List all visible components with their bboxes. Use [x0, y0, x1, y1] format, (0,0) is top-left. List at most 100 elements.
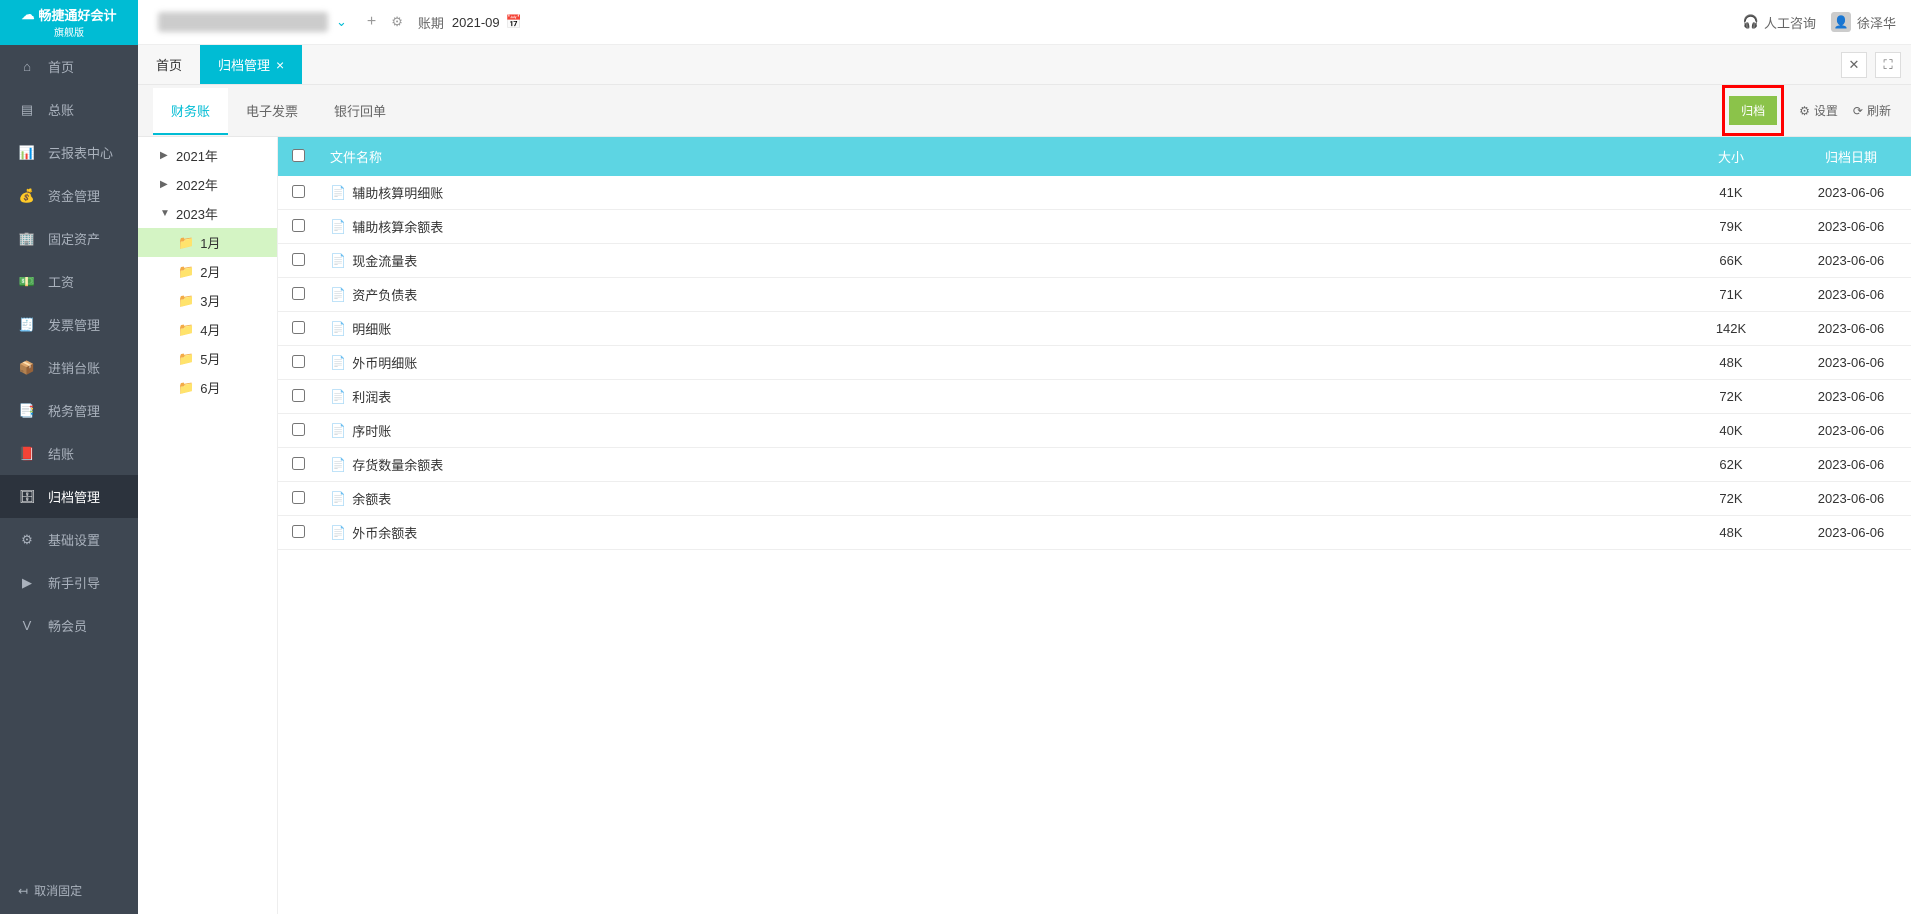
sidebar-item-label: 工资	[48, 272, 74, 291]
table-row[interactable]: 📄序时账40K2023-06-06	[278, 414, 1911, 448]
sidebar-item-invoice[interactable]: 🧾 发票管理	[0, 303, 138, 346]
tab-close-button[interactable]: ✕	[1841, 52, 1867, 78]
folder-icon: 📁	[178, 322, 194, 338]
sidebar-item-label: 固定资产	[48, 229, 100, 248]
invoice-icon: 🧾	[18, 316, 36, 334]
sub-tab-电子发票[interactable]: 电子发票	[228, 88, 316, 134]
chevron-down-icon[interactable]: ⌄	[336, 14, 347, 30]
gear-icon: ⚙	[18, 531, 36, 549]
sidebar-item-guide[interactable]: ▶新手引导	[0, 561, 138, 604]
sidebar-item-report[interactable]: 📊 云报表中心	[0, 131, 138, 174]
row-checkbox[interactable]	[292, 185, 305, 198]
company-selector[interactable]	[158, 12, 328, 32]
vip-icon: V	[18, 617, 36, 635]
tab-归档管理[interactable]: 归档管理×	[200, 45, 302, 84]
report-icon: 📊	[18, 144, 36, 162]
calendar-icon[interactable]: 📅	[506, 14, 522, 30]
inventory-icon: 📦	[18, 359, 36, 377]
logo-main: 畅捷通好会计	[38, 5, 116, 24]
row-checkbox[interactable]	[292, 287, 305, 300]
tree-month-1月[interactable]: 📁1月	[138, 228, 277, 257]
file-name: 利润表	[352, 387, 391, 406]
fund-icon: 💰	[18, 187, 36, 205]
fullscreen-button[interactable]: ⛶	[1875, 52, 1901, 78]
file-name: 外币明细账	[352, 353, 417, 372]
row-checkbox[interactable]	[292, 321, 305, 334]
archive-button[interactable]: 归档	[1729, 96, 1777, 125]
table-row[interactable]: 📄辅助核算明细账41K2023-06-06	[278, 176, 1911, 210]
consult-button[interactable]: 🎧 人工咨询	[1743, 13, 1816, 32]
refresh-button[interactable]: ⟳ 刷新	[1853, 102, 1891, 119]
sidebar-item-home[interactable]: ⌂首页	[0, 45, 138, 88]
sidebar-item-label: 发票管理	[48, 315, 100, 334]
table-row[interactable]: 📄外币余额表48K2023-06-06	[278, 516, 1911, 550]
tree-year-2022年[interactable]: ▶2022年	[138, 170, 277, 199]
sidebar-item-label: 云报表中心	[48, 143, 113, 162]
file-name: 余额表	[352, 489, 391, 508]
col-name: 文件名称	[318, 137, 1671, 176]
select-all-checkbox[interactable]	[292, 149, 305, 162]
gear-icon[interactable]: ⚙	[391, 14, 403, 30]
sidebar-item-label: 畅会员	[48, 616, 87, 635]
folder-icon: 📁	[178, 235, 194, 251]
sidebar-item-vip[interactable]: V 畅会员	[0, 604, 138, 647]
table-row[interactable]: 📄外币明细账48K2023-06-06	[278, 346, 1911, 380]
table-row[interactable]: 📄明细账142K2023-06-06	[278, 312, 1911, 346]
sidebar-item-gear[interactable]: ⚙ 基础设置	[0, 518, 138, 561]
row-checkbox[interactable]	[292, 457, 305, 470]
sub-tab-银行回单[interactable]: 银行回单	[316, 88, 404, 134]
col-date: 归档日期	[1791, 137, 1911, 176]
user-menu[interactable]: 👤 徐泽华	[1831, 12, 1896, 32]
row-checkbox[interactable]	[292, 355, 305, 368]
tree-month-3月[interactable]: 📁3月	[138, 286, 277, 315]
table-row[interactable]: 📄辅助核算余额表79K2023-06-06	[278, 210, 1911, 244]
sidebar-item-salary[interactable]: 💵工资	[0, 260, 138, 303]
row-checkbox[interactable]	[292, 525, 305, 538]
logo-area[interactable]: ☁ 畅捷通好会计 旗舰版	[0, 0, 138, 45]
file-icon: 📄	[330, 355, 346, 371]
sidebar-item-fund[interactable]: 💰资金管理	[0, 174, 138, 217]
sidebar-item-archive[interactable]: 🗄归档管理	[0, 475, 138, 518]
settings-button[interactable]: ⚙ 设置	[1799, 102, 1838, 119]
row-checkbox[interactable]	[292, 423, 305, 436]
file-icon: 📄	[330, 423, 346, 439]
plus-icon[interactable]: +	[367, 13, 376, 31]
row-checkbox[interactable]	[292, 219, 305, 232]
file-date: 2023-06-06	[1791, 346, 1911, 380]
tree-month-4月[interactable]: 📁4月	[138, 315, 277, 344]
sidebar-item-ledger[interactable]: ▤总账	[0, 88, 138, 131]
row-checkbox[interactable]	[292, 491, 305, 504]
sidebar-item-tax[interactable]: 📑税务管理	[0, 389, 138, 432]
tree-month-2月[interactable]: 📁2月	[138, 257, 277, 286]
sidebar-item-label: 结账	[48, 444, 74, 463]
logo-edition: 旗舰版	[54, 24, 84, 39]
sidebar-item-asset[interactable]: 🏢固定资产	[0, 217, 138, 260]
table-row[interactable]: 📄资产负债表71K2023-06-06	[278, 278, 1911, 312]
tab-首页[interactable]: 首页	[138, 45, 200, 84]
table-row[interactable]: 📄余额表72K2023-06-06	[278, 482, 1911, 516]
sidebar-item-close-book[interactable]: 📕结账	[0, 432, 138, 475]
row-checkbox[interactable]	[292, 389, 305, 402]
row-checkbox[interactable]	[292, 253, 305, 266]
table-row[interactable]: 📄利润表72K2023-06-06	[278, 380, 1911, 414]
folder-icon: 📁	[178, 293, 194, 309]
tree-year-2023年[interactable]: ▼2023年	[138, 199, 277, 228]
period-value[interactable]: 2021-09	[452, 15, 500, 30]
sidebar-unpin[interactable]: ↤ 取消固定	[0, 867, 138, 914]
sidebar-item-label: 基础设置	[48, 530, 100, 549]
table-row[interactable]: 📄存货数量余额表62K2023-06-06	[278, 448, 1911, 482]
sub-tab-财务账[interactable]: 财务账	[153, 88, 228, 135]
file-date: 2023-06-06	[1791, 278, 1911, 312]
tree-month-5月[interactable]: 📁5月	[138, 344, 277, 373]
tree-month-6月[interactable]: 📁6月	[138, 373, 277, 402]
sub-tab-bar: 财务账电子发票银行回单 归档 ⚙ 设置 ⟳ 刷新	[138, 85, 1911, 137]
file-name: 外币余额表	[352, 523, 417, 542]
sidebar-item-inventory[interactable]: 📦进销台账	[0, 346, 138, 389]
table-row[interactable]: 📄现金流量表66K2023-06-06	[278, 244, 1911, 278]
tree-year-2021年[interactable]: ▶2021年	[138, 141, 277, 170]
file-size: 40K	[1671, 414, 1791, 448]
close-icon[interactable]: ×	[276, 57, 284, 73]
file-name: 辅助核算明细账	[352, 183, 443, 202]
ledger-icon: ▤	[18, 101, 36, 119]
file-icon: 📄	[330, 287, 346, 303]
